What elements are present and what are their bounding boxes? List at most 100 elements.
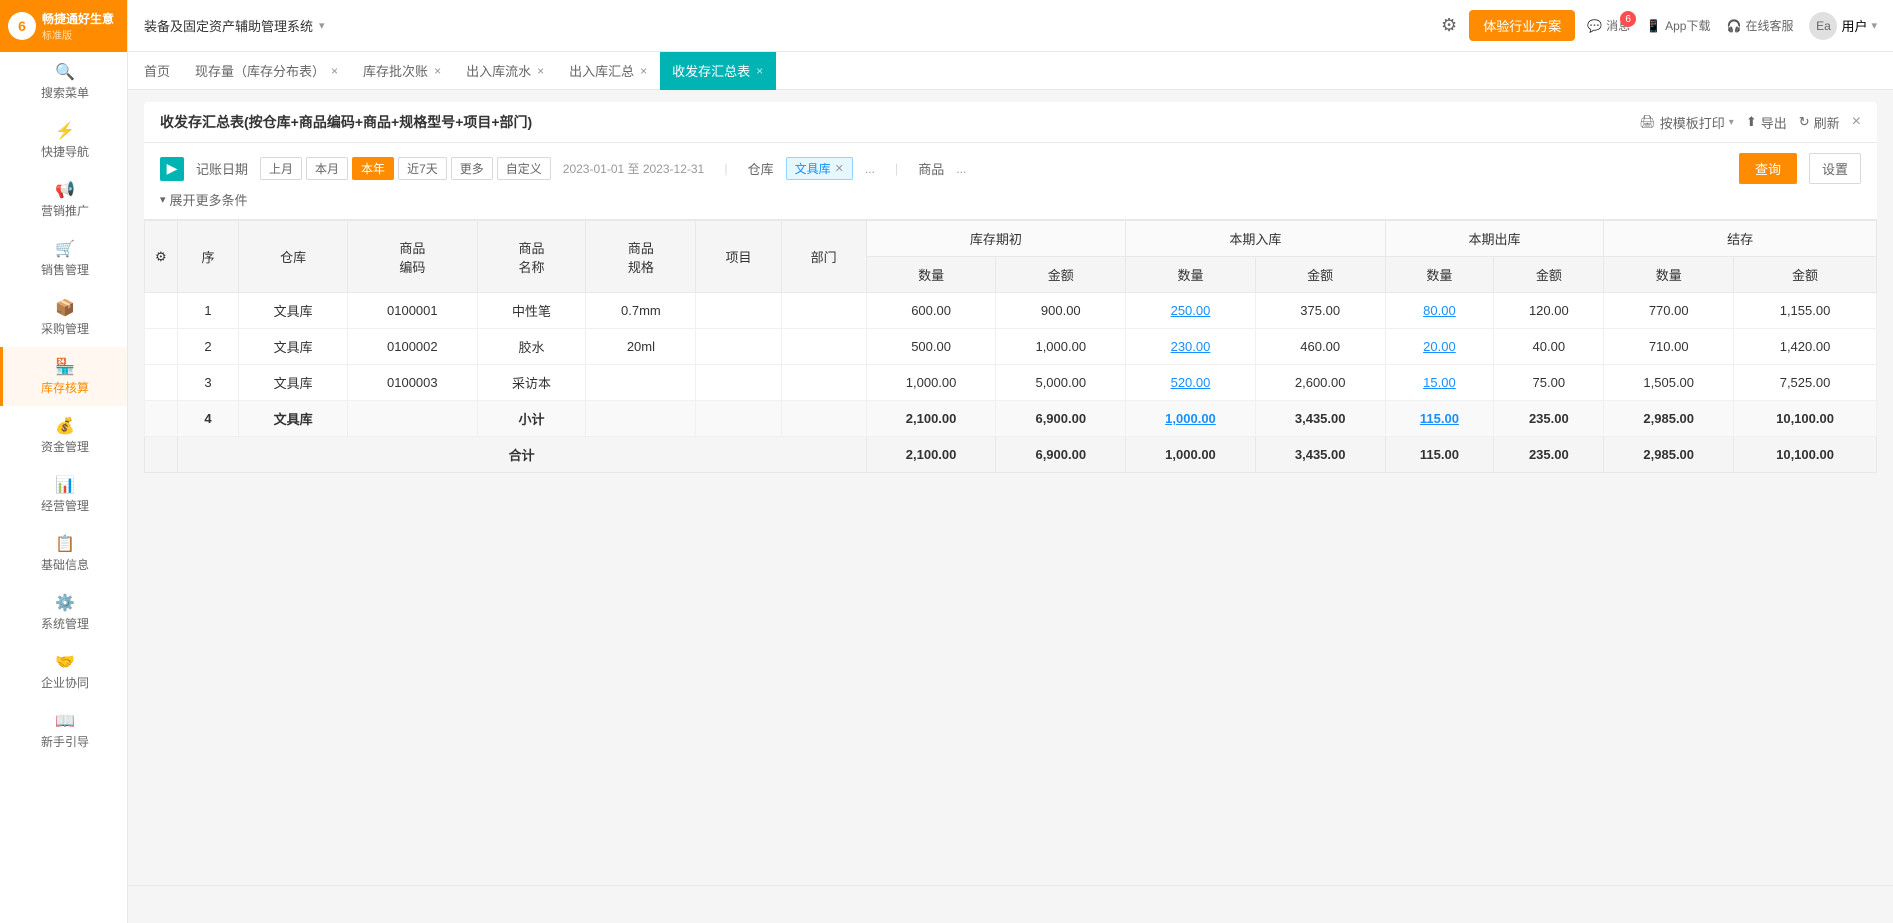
sidebar-label-search: 搜索菜单 bbox=[41, 84, 89, 101]
user-menu[interactable]: Ea 用户 ▾ bbox=[1809, 12, 1877, 40]
warehouse-more-btn[interactable]: ... bbox=[865, 162, 875, 176]
sidebar-label-sales: 销售管理 bbox=[41, 261, 89, 278]
topbar-actions: 💬 消息 6 📱 App下载 🎧 在线客服 Ea 用户 ▾ bbox=[1587, 12, 1877, 40]
more-date-btn[interactable]: 更多 bbox=[451, 157, 493, 180]
refresh-icon: ↻ bbox=[1799, 114, 1810, 130]
tab-close-stock[interactable]: × bbox=[331, 64, 338, 78]
cell-opening-amt-3: 6,900.00 bbox=[996, 401, 1126, 437]
sidebar-item-inventory[interactable]: 🏪 库存核算 bbox=[0, 347, 127, 406]
tab-receive_sum[interactable]: 收发存汇总表 × bbox=[660, 52, 776, 90]
cell-opening-qty-1: 500.00 bbox=[866, 329, 996, 365]
footer-balance-amt: 10,100.00 bbox=[1734, 437, 1877, 473]
sidebar-label-purchase: 采购管理 bbox=[41, 320, 89, 337]
cell-out-qty-3[interactable]: 115.00 bbox=[1385, 401, 1494, 437]
cell-in-qty-2[interactable]: 520.00 bbox=[1126, 365, 1256, 401]
sidebar-item-basic[interactable]: 📋 基础信息 bbox=[0, 524, 127, 583]
tab-close-inout_flow[interactable]: × bbox=[537, 64, 544, 78]
th-opening-group: 库存期初 bbox=[866, 221, 1125, 257]
sidebar-item-marketing[interactable]: 📢 营销推广 bbox=[0, 170, 127, 229]
cell-project-1 bbox=[696, 329, 781, 365]
cell-warehouse-3: 文具库 bbox=[239, 401, 348, 437]
sidebar-item-guide[interactable]: 📖 新手引导 bbox=[0, 701, 127, 760]
tab-label-stock: 现存量（库存分布表） bbox=[195, 61, 325, 80]
cell-no-2: 3 bbox=[177, 365, 239, 401]
cell-out-amt-2: 75.00 bbox=[1494, 365, 1604, 401]
sidebar-item-purchase[interactable]: 📦 采购管理 bbox=[0, 288, 127, 347]
table-wrapper: ⚙ 序 仓库 商品编码 商品名称 商品规格 项目 部门 库存期初 本期入库 本期 bbox=[144, 220, 1877, 473]
tab-close-inout_sum[interactable]: × bbox=[640, 64, 647, 78]
footer-opening-amt: 6,900.00 bbox=[996, 437, 1126, 473]
sidebar-item-quick[interactable]: ⚡ 快捷导航 bbox=[0, 111, 127, 170]
messages-button[interactable]: 💬 消息 6 bbox=[1587, 17, 1630, 34]
sidebar-item-sales[interactable]: 🛒 销售管理 bbox=[0, 229, 127, 288]
service-button[interactable]: 🎧 在线客服 bbox=[1726, 17, 1793, 34]
recent7-btn[interactable]: 近7天 bbox=[398, 157, 447, 180]
date-filter-label: 记账日期 bbox=[196, 159, 248, 178]
cell-dept-2 bbox=[781, 365, 866, 401]
sidebar-nav: 🔍 搜索菜单 ⚡ 快捷导航 📢 营销推广 🛒 销售管理 📦 采购管理 🏪 库存核… bbox=[0, 52, 127, 923]
cell-no-3: 4 bbox=[177, 401, 239, 437]
system-icon: ⚙️ bbox=[55, 593, 75, 613]
sidebar-item-operation[interactable]: 📊 经营管理 bbox=[0, 465, 127, 524]
tab-stock[interactable]: 现存量（库存分布表） × bbox=[183, 52, 351, 90]
table-row: 2 文具库 0100002 胶水 20ml 500.00 1,000.00 23… bbox=[145, 329, 1877, 365]
page-close-button[interactable]: × bbox=[1852, 113, 1861, 131]
tab-close-receive_sum[interactable]: × bbox=[756, 64, 763, 78]
cell-out-qty-0[interactable]: 80.00 bbox=[1385, 293, 1494, 329]
product-more-btn[interactable]: ... bbox=[956, 162, 966, 176]
cell-in-qty-1[interactable]: 230.00 bbox=[1126, 329, 1256, 365]
settings-icon[interactable]: ⚙ bbox=[1441, 15, 1457, 36]
cell-warehouse-2: 文具库 bbox=[239, 365, 348, 401]
enterprise-icon: 🤝 bbox=[55, 652, 75, 672]
warehouse-tag-close[interactable]: ✕ bbox=[835, 162, 844, 175]
query-button[interactable]: 查询 bbox=[1739, 153, 1797, 184]
cell-balance-qty-0: 770.00 bbox=[1604, 293, 1734, 329]
sidebar-item-search[interactable]: 🔍 搜索菜单 bbox=[0, 52, 127, 111]
app-download-button[interactable]: 📱 App下载 bbox=[1646, 17, 1710, 34]
prev-month-btn[interactable]: 上月 bbox=[260, 157, 302, 180]
cell-out-qty-2[interactable]: 15.00 bbox=[1385, 365, 1494, 401]
cell-opening-qty-0: 600.00 bbox=[866, 293, 996, 329]
system-name: 装备及固定资产辅助管理系统 ▾ bbox=[144, 16, 1429, 35]
main-content: 装备及固定资产辅助管理系统 ▾ ⚙ 体验行业方案 💬 消息 6 📱 App下载 … bbox=[128, 0, 1893, 923]
table-footer-row: 合计 2,100.00 6,900.00 1,000.00 3,435.00 1… bbox=[145, 437, 1877, 473]
print-button[interactable]: 🖨 按模板打印 ▾ bbox=[1639, 113, 1734, 132]
expand-conditions-btn[interactable]: ▾ 展开更多条件 bbox=[160, 190, 1861, 209]
tab-close-batch[interactable]: × bbox=[434, 64, 441, 78]
sidebar-item-enterprise[interactable]: 🤝 企业协同 bbox=[0, 642, 127, 701]
cell-spec-2 bbox=[586, 365, 696, 401]
sidebar-label-guide: 新手引导 bbox=[41, 733, 89, 750]
cell-in-amt-1: 460.00 bbox=[1255, 329, 1385, 365]
sidebar-item-system[interactable]: ⚙️ 系统管理 bbox=[0, 583, 127, 642]
quick-icon: ⚡ bbox=[55, 121, 75, 141]
warehouse-tag[interactable]: 文具库 ✕ bbox=[786, 157, 853, 180]
th-opening-amt: 金额 bbox=[996, 257, 1126, 293]
sidebar: 6 畅捷通好生意 标准版 🔍 搜索菜单 ⚡ 快捷导航 📢 营销推广 🛒 销售管理… bbox=[0, 0, 128, 923]
cell-in-qty-0[interactable]: 250.00 bbox=[1126, 293, 1256, 329]
tab-label-receive_sum: 收发存汇总表 bbox=[672, 61, 750, 80]
tab-batch[interactable]: 库存批次账× bbox=[351, 52, 454, 90]
cell-in-amt-2: 2,600.00 bbox=[1255, 365, 1385, 401]
refresh-button[interactable]: ↻ 刷新 bbox=[1799, 113, 1840, 132]
tab-home[interactable]: 首页 bbox=[132, 52, 183, 90]
cell-in-qty-3[interactable]: 1,000.00 bbox=[1126, 401, 1256, 437]
export-button[interactable]: ⬆ 导出 bbox=[1746, 113, 1787, 132]
settings-button[interactable]: 设置 bbox=[1809, 153, 1861, 184]
cell-out-qty-1[interactable]: 20.00 bbox=[1385, 329, 1494, 365]
print-label: 按模板打印 bbox=[1660, 113, 1725, 132]
tab-label-home: 首页 bbox=[144, 61, 170, 80]
tab-inout_sum[interactable]: 出入库汇总× bbox=[557, 52, 660, 90]
tab-inout_flow[interactable]: 出入库流水× bbox=[454, 52, 557, 90]
user-dropdown-icon: ▾ bbox=[1871, 19, 1877, 32]
cur-year-btn[interactable]: 本年 bbox=[352, 157, 394, 180]
product-filter-label: 商品 bbox=[918, 159, 944, 178]
cur-month-btn[interactable]: 本月 bbox=[306, 157, 348, 180]
filter-row: ▶ 记账日期 上月 本月 本年 近7天 更多 自定义 2023-01-01 至 … bbox=[160, 153, 1861, 184]
cell-balance-amt-0: 1,155.00 bbox=[1734, 293, 1877, 329]
footer-balance-qty: 2,985.00 bbox=[1604, 437, 1734, 473]
trial-button[interactable]: 体验行业方案 bbox=[1469, 10, 1575, 41]
filter-toggle-btn[interactable]: ▶ bbox=[160, 157, 184, 181]
sidebar-item-finance[interactable]: 💰 资金管理 bbox=[0, 406, 127, 465]
cell-dept-0 bbox=[781, 293, 866, 329]
custom-date-btn[interactable]: 自定义 bbox=[497, 157, 551, 180]
